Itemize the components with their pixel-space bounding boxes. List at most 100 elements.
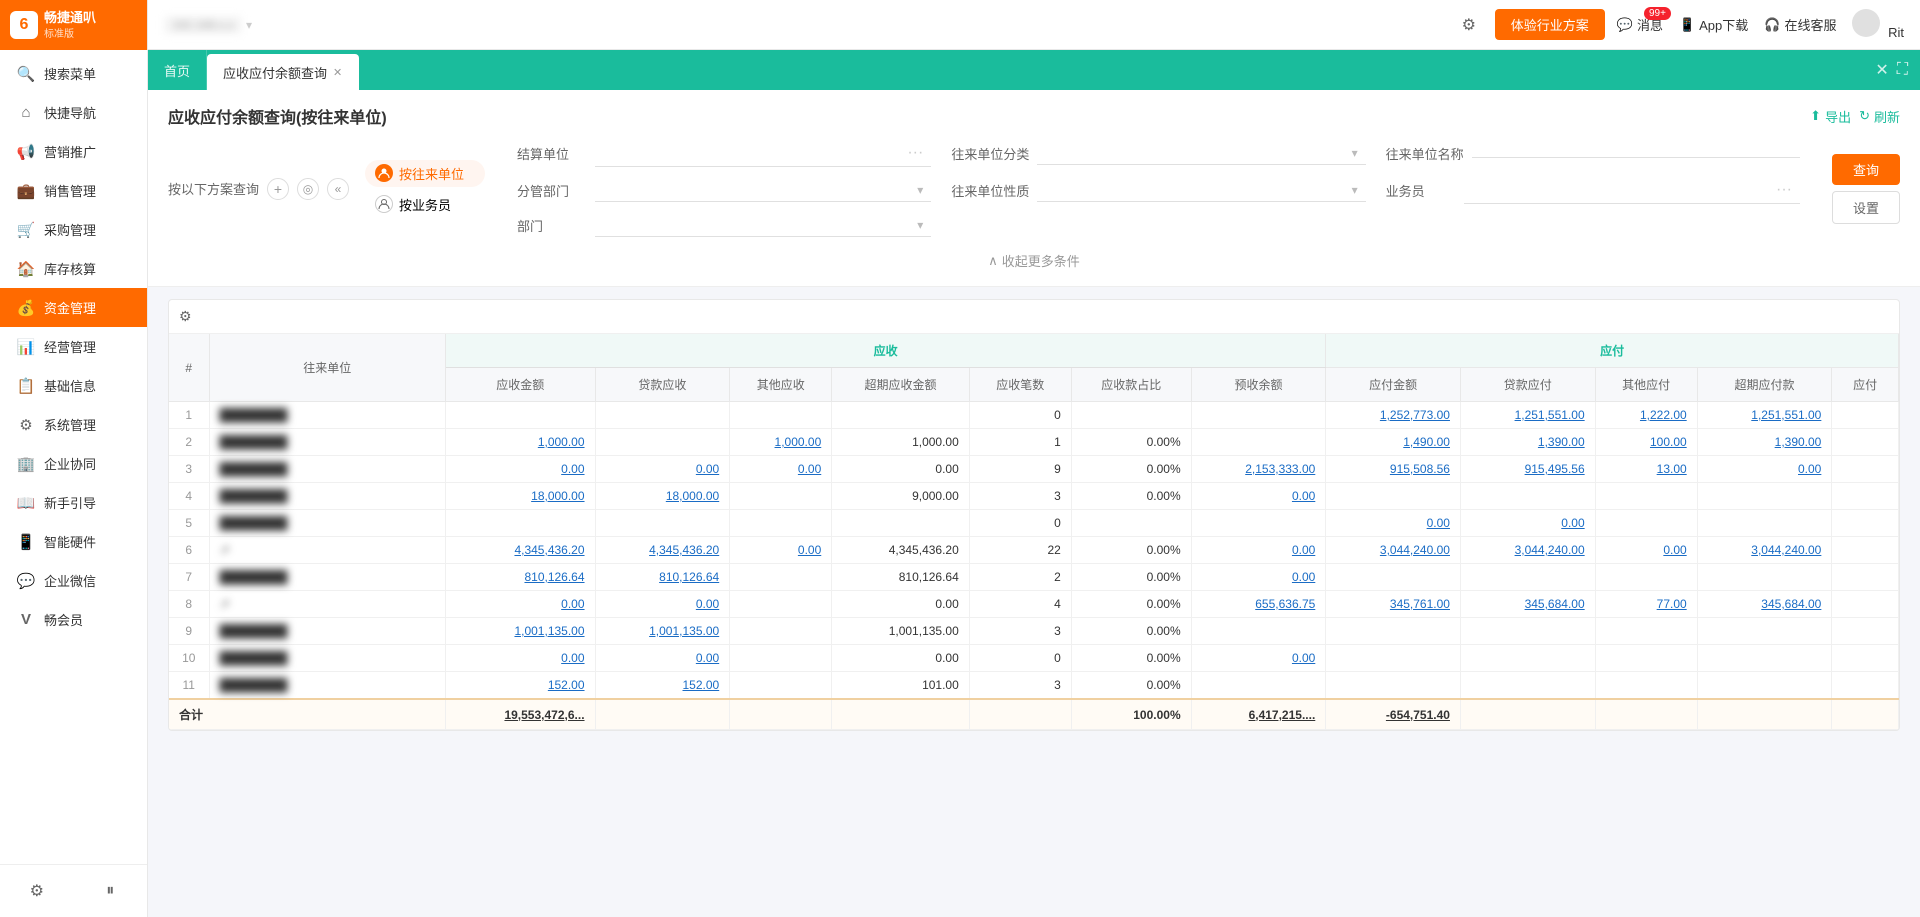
topbar-msg[interactable]: 💬 消息 99+ — [1617, 15, 1663, 34]
salesperson-input[interactable]: ··· — [1464, 177, 1800, 204]
ar-overdue[interactable]: 810,126.64 — [832, 564, 970, 591]
ap-loan[interactable]: 1,251,551.00 — [1460, 402, 1595, 429]
sidebar-item-corp[interactable]: 🏢 企业协同 — [0, 444, 147, 483]
ar-loan[interactable]: 18,000.00 — [595, 483, 730, 510]
ar-overdue[interactable]: 0.00 — [832, 645, 970, 672]
ar-count[interactable]: 9 — [969, 456, 1071, 483]
ar-overdue[interactable]: 1,000.00 — [832, 429, 970, 456]
ar-count[interactable]: 3 — [969, 483, 1071, 510]
tab-close-icon[interactable]: ✕ — [333, 66, 342, 79]
ar-overdue[interactable]: 1,001,135.00 — [832, 618, 970, 645]
ar-overdue[interactable]: 4,345,436.20 — [832, 537, 970, 564]
ar-amount[interactable]: 4,345,436.20 — [446, 537, 595, 564]
ar-loan[interactable]: 152.00 — [595, 672, 730, 700]
topbar-app[interactable]: 📱 App下载 — [1679, 15, 1748, 34]
ar-loan[interactable]: 0.00 — [595, 456, 730, 483]
prepaid[interactable]: 0.00 — [1191, 645, 1326, 672]
prepaid[interactable]: 0.00 — [1191, 483, 1326, 510]
ap-loan[interactable]: 3,044,240.00 — [1460, 537, 1595, 564]
filter-scheme-salesperson[interactable]: 按业务员 — [365, 191, 485, 218]
ar-other[interactable]: 0.00 — [730, 456, 832, 483]
sidebar-item-inventory[interactable]: 🏠 库存核算 — [0, 249, 147, 288]
dept-input[interactable]: ▾ — [595, 214, 931, 237]
ar-count[interactable]: 0 — [969, 402, 1071, 429]
ar-loan[interactable]: 0.00 — [595, 591, 730, 618]
ap-other[interactable]: 1,222.00 — [1595, 402, 1697, 429]
laiwan-nature-input[interactable]: ▾ — [1037, 179, 1365, 202]
filter-collapse-circle-button[interactable]: « — [327, 178, 349, 200]
ar-count[interactable]: 3 — [969, 618, 1071, 645]
prepaid[interactable]: 2,153,333.00 — [1191, 456, 1326, 483]
sidebar-item-marketing[interactable]: 📢 营销推广 — [0, 132, 147, 171]
ap-amount[interactable]: 0.00 — [1326, 510, 1461, 537]
ar-loan[interactable]: 4,345,436.20 — [595, 537, 730, 564]
ar-ratio[interactable]: 0.00% — [1071, 483, 1191, 510]
topbar-user[interactable]: Rit — [1852, 9, 1904, 40]
ap-other[interactable]: 13.00 — [1595, 456, 1697, 483]
ar-overdue[interactable]: 0.00 — [832, 456, 970, 483]
ar-other[interactable]: 1,000.00 — [730, 429, 832, 456]
prepaid[interactable]: 0.00 — [1191, 564, 1326, 591]
ar-amount[interactable]: 0.00 — [446, 645, 595, 672]
sidebar-item-guide[interactable]: 📖 新手引导 — [0, 483, 147, 522]
ar-amount[interactable]: 0.00 — [446, 591, 595, 618]
table-scroll-container[interactable]: # 往来单位 应收 应付 应收金额 贷款应收 其他应收 超期应收金额 应收笔数 … — [169, 334, 1899, 730]
topbar-service[interactable]: 🎧 在线客服 — [1764, 15, 1836, 34]
ap-overdue[interactable]: 345,684.00 — [1697, 591, 1832, 618]
ar-amount[interactable]: 18,000.00 — [446, 483, 595, 510]
ar-ratio[interactable]: 0.00% — [1071, 645, 1191, 672]
ap-amount[interactable]: 1,252,773.00 — [1326, 402, 1461, 429]
ar-ratio[interactable]: 0.00% — [1071, 672, 1191, 700]
ar-amount[interactable]: 152.00 — [446, 672, 595, 700]
sidebar-item-operation[interactable]: 📊 经营管理 — [0, 327, 147, 366]
topbar-gear-icon[interactable]: ⚙ — [1455, 11, 1483, 39]
ar-count[interactable]: 1 — [969, 429, 1071, 456]
ar-amount[interactable]: 1,000.00 — [446, 429, 595, 456]
sidebar-item-wechat[interactable]: 💬 企业微信 — [0, 561, 147, 600]
ar-count[interactable]: 22 — [969, 537, 1071, 564]
ar-loan[interactable]: 810,126.64 — [595, 564, 730, 591]
export-button[interactable]: ⬆ 导出 — [1810, 107, 1851, 126]
collapse-more-button[interactable]: ∧ 收起更多条件 — [988, 251, 1080, 270]
ar-ratio[interactable]: 0.00% — [1071, 591, 1191, 618]
ar-count[interactable]: 0 — [969, 510, 1071, 537]
ar-amount[interactable]: 810,126.64 — [446, 564, 595, 591]
sidebar-item-purchase[interactable]: 🛒 采购管理 — [0, 210, 147, 249]
table-settings-icon[interactable]: ⚙ — [179, 308, 192, 325]
tabbar-expand-btn[interactable]: ⛶ — [1897, 61, 1908, 79]
sidebar-item-search[interactable]: 🔍 搜索菜单 — [0, 54, 147, 93]
sidebar-collapse-btn[interactable]: ⏸ — [92, 873, 128, 909]
ar-amount[interactable]: 1,001,135.00 — [446, 618, 595, 645]
sidebar-item-finance[interactable]: 💰 资金管理 — [0, 288, 147, 327]
ar-ratio[interactable]: 0.00% — [1071, 456, 1191, 483]
ap-overdue[interactable]: 3,044,240.00 — [1697, 537, 1832, 564]
ar-ratio[interactable] — [1071, 510, 1191, 537]
ap-other[interactable]: 0.00 — [1595, 537, 1697, 564]
laiwan-name-input[interactable] — [1472, 149, 1800, 158]
laiwan-classify-input[interactable]: ▾ — [1037, 142, 1365, 165]
footer-ap-amount[interactable]: -654,751.40 — [1326, 699, 1461, 730]
prepaid[interactable]: 655,636.75 — [1191, 591, 1326, 618]
ap-loan[interactable]: 915,495.56 — [1460, 456, 1595, 483]
ar-loan[interactable]: 0.00 — [595, 645, 730, 672]
footer-prepaid[interactable]: 6,417,215.... — [1191, 699, 1326, 730]
ap-amount[interactable]: 1,490.00 — [1326, 429, 1461, 456]
ap-loan[interactable]: 0.00 — [1460, 510, 1595, 537]
refresh-button[interactable]: ↻ 刷新 — [1859, 107, 1900, 126]
ar-count[interactable]: 2 — [969, 564, 1071, 591]
tabbar-close-btn[interactable]: ✕ — [1875, 60, 1888, 80]
sidebar-settings-btn[interactable]: ⚙ — [19, 873, 55, 909]
filter-add-button[interactable]: + — [267, 178, 289, 200]
filter-settings-circle-button[interactable]: ◎ — [297, 178, 319, 200]
ap-overdue[interactable]: 1,251,551.00 — [1697, 402, 1832, 429]
breadcrumb-dropdown-icon[interactable]: ▾ — [246, 18, 252, 32]
sidebar-item-member[interactable]: V 畅会员 — [0, 600, 147, 639]
ar-overdue[interactable]: 9,000.00 — [832, 483, 970, 510]
sidebar-item-hardware[interactable]: 📱 智能硬件 — [0, 522, 147, 561]
sidebar-item-system[interactable]: ⚙ 系统管理 — [0, 405, 147, 444]
query-button[interactable]: 查询 — [1832, 154, 1900, 185]
sidebar-item-quick[interactable]: ⌂ 快捷导航 — [0, 93, 147, 132]
sidebar-item-sales[interactable]: 💼 销售管理 — [0, 171, 147, 210]
ap-loan[interactable]: 1,390.00 — [1460, 429, 1595, 456]
ap-amount[interactable]: 345,761.00 — [1326, 591, 1461, 618]
